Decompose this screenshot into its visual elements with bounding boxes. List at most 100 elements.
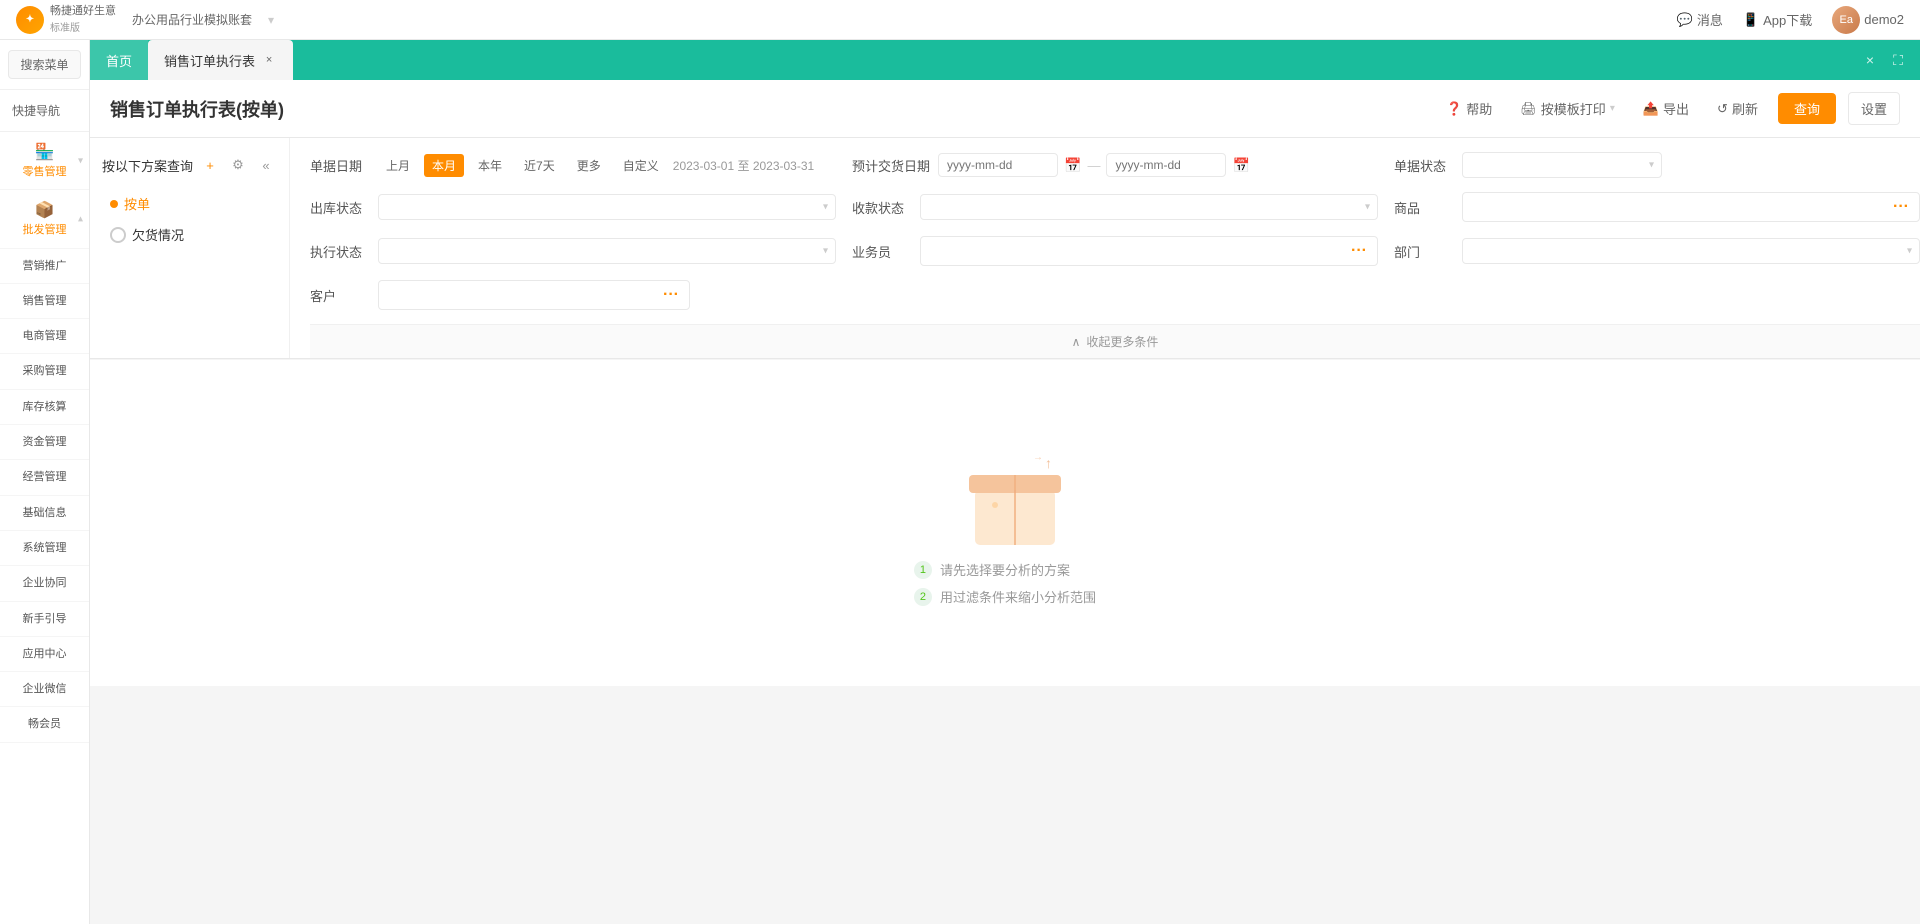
sidebar-item-member[interactable]: 畅会员 bbox=[0, 707, 89, 742]
top-header: ✦ 畅捷通好生意 标准版 办公用品行业模拟账套 ▾ 💬 消息 📱 App下载 E… bbox=[0, 0, 1920, 40]
tab-sales-order[interactable]: 销售订单执行表 × bbox=[148, 40, 293, 80]
window-maximize-button[interactable]: ⛶ bbox=[1888, 50, 1908, 70]
tab-bar-actions: × ⛶ bbox=[1860, 50, 1920, 70]
exec-status-select[interactable] bbox=[378, 238, 836, 264]
svg-text:→: → bbox=[1033, 452, 1043, 463]
sidebar-item-finance[interactable]: 资金管理 bbox=[0, 425, 89, 460]
finance-label: 资金管理 bbox=[23, 435, 67, 449]
date-tab-more[interactable]: 更多 bbox=[569, 154, 609, 177]
retail-label: 零售管理 bbox=[23, 165, 67, 179]
collapse-more-button[interactable]: ∧ 收起更多条件 bbox=[310, 324, 1920, 358]
app-center-label: 应用中心 bbox=[23, 647, 67, 661]
date-filter-group: 单据日期 上月 本月 本年 近7天 更多 自定义 2023-03-01 至 20… bbox=[310, 154, 836, 177]
window-close-button[interactable]: × bbox=[1860, 50, 1880, 70]
left-filter-title: 按以下方案查询 bbox=[102, 156, 193, 175]
filter-section: 按以下方案查询 + ⚙ « 按单 欠货情况 bbox=[90, 138, 1920, 359]
search-menu-button[interactable]: 搜索菜单 bbox=[8, 50, 81, 79]
settings-plan-button[interactable]: ⚙ bbox=[227, 154, 249, 176]
sidebar-item-purchase[interactable]: 采购管理 bbox=[0, 354, 89, 389]
customer-more-dots[interactable]: ··· bbox=[663, 286, 679, 304]
delivery-date-end-input[interactable] bbox=[1106, 153, 1226, 177]
sidebar-item-wechat[interactable]: 企业微信 bbox=[0, 672, 89, 707]
refresh-label: 刷新 bbox=[1732, 99, 1758, 118]
message-label: 消息 bbox=[1697, 10, 1723, 29]
date-tab-current-month[interactable]: 本月 bbox=[424, 154, 464, 177]
search-button[interactable]: 查询 bbox=[1778, 93, 1836, 124]
search-label: 查询 bbox=[1794, 99, 1820, 118]
payment-status-select[interactable] bbox=[920, 194, 1378, 220]
sidebar-item-marketing[interactable]: 营销推广 bbox=[0, 249, 89, 284]
app-download-button[interactable]: 📱 App下载 bbox=[1743, 10, 1812, 29]
doc-status-select[interactable] bbox=[1462, 152, 1662, 178]
hint-num-2: 2 bbox=[914, 588, 932, 606]
department-label: 部门 bbox=[1394, 242, 1454, 261]
plan-item-shortage[interactable]: 欠货情况 bbox=[102, 219, 277, 250]
help-button[interactable]: ❓ 帮助 bbox=[1438, 95, 1500, 122]
user-avatar-text: Ea bbox=[1840, 14, 1853, 26]
payment-status-group: 收款状态 ▾ bbox=[852, 194, 1378, 220]
sidebar-item-app-center[interactable]: 应用中心 bbox=[0, 637, 89, 672]
refresh-button[interactable]: ↺ 刷新 bbox=[1709, 95, 1766, 122]
print-button[interactable]: 🖨 按模板打印 ▾ bbox=[1512, 95, 1623, 122]
quick-nav-label[interactable]: 快捷导航 bbox=[0, 96, 89, 125]
breadcrumb-arrow-icon[interactable]: ▾ bbox=[268, 13, 274, 27]
sidebar-item-operation[interactable]: 经营管理 bbox=[0, 460, 89, 495]
left-filter-panel: 按以下方案查询 + ⚙ « 按单 欠货情况 bbox=[90, 138, 290, 358]
date-filter-label: 单据日期 bbox=[310, 156, 370, 175]
print-arrow-icon: ▾ bbox=[1610, 103, 1615, 114]
date-tab-custom[interactable]: 自定义 bbox=[615, 154, 667, 177]
sidebar-search-area: 搜索菜单 bbox=[0, 40, 89, 90]
active-tab-label: 销售订单执行表 bbox=[164, 51, 255, 70]
export-button[interactable]: 📤 导出 bbox=[1635, 95, 1697, 122]
sidebar-item-wholesale[interactable]: 📦 批发管理 ▴ bbox=[0, 190, 89, 248]
empty-hint-1: 1 请先选择要分析的方案 bbox=[914, 560, 1096, 579]
tab-close-icon[interactable]: × bbox=[261, 52, 277, 68]
page-actions: ❓ 帮助 🖨 按模板打印 ▾ 📤 导出 ↺ bbox=[1438, 92, 1900, 125]
department-select[interactable] bbox=[1462, 238, 1920, 264]
product-label: 商品 bbox=[1394, 198, 1454, 217]
sidebar-item-basic-info[interactable]: 基础信息 bbox=[0, 496, 89, 531]
sidebar-item-enterprise[interactable]: 企业协同 bbox=[0, 566, 89, 601]
salesperson-more-dots[interactable]: ··· bbox=[1351, 242, 1367, 260]
collapse-left-button[interactable]: « bbox=[255, 154, 277, 176]
plan-item-single[interactable]: 按单 bbox=[102, 188, 277, 219]
app-logo-icon: ✦ bbox=[16, 6, 44, 34]
sidebar-item-tutorial[interactable]: 新手引导 bbox=[0, 602, 89, 637]
delivery-status-dropdown: ▾ bbox=[378, 194, 836, 220]
salesperson-label: 业务员 bbox=[852, 242, 912, 261]
page-title: 销售订单执行表(按单) bbox=[110, 96, 284, 122]
user-profile[interactable]: Ea demo2 bbox=[1832, 6, 1904, 34]
doc-status-label: 单据状态 bbox=[1394, 156, 1454, 175]
add-plan-button[interactable]: + bbox=[199, 154, 221, 176]
message-button[interactable]: 💬 消息 bbox=[1677, 10, 1723, 29]
sidebar-item-system[interactable]: 系统管理 bbox=[0, 531, 89, 566]
help-icon: ❓ bbox=[1446, 101, 1462, 117]
plan-single-label: 按单 bbox=[124, 194, 150, 213]
delivery-date-filter-group: 预计交货日期 📅 — 📅 bbox=[852, 153, 1378, 177]
sidebar-item-sales[interactable]: 销售管理 bbox=[0, 284, 89, 319]
hint-text-2: 用过滤条件来缩小分析范围 bbox=[940, 587, 1096, 606]
download-icon: 📱 bbox=[1743, 12, 1759, 28]
plan-shortage-label: 欠货情况 bbox=[132, 225, 184, 244]
calendar-start-icon[interactable]: 📅 bbox=[1064, 157, 1081, 174]
date-tab-last-month[interactable]: 上月 bbox=[378, 154, 418, 177]
filter-row-date: 单据日期 上月 本月 本年 近7天 更多 自定义 2023-03-01 至 20… bbox=[310, 152, 1920, 178]
empty-hint-2: 2 用过滤条件来缩小分析范围 bbox=[914, 587, 1096, 606]
sidebar-item-ecommerce[interactable]: 电商管理 bbox=[0, 319, 89, 354]
date-tab-current-year[interactable]: 本年 bbox=[470, 154, 510, 177]
tab-home[interactable]: 首页 bbox=[90, 40, 148, 80]
sidebar-item-inventory[interactable]: 库存核算 bbox=[0, 390, 89, 425]
payment-status-dropdown: ▾ bbox=[920, 194, 1378, 220]
operation-label: 经营管理 bbox=[23, 470, 67, 484]
delivery-date-start-input[interactable] bbox=[938, 153, 1058, 177]
basic-info-label: 基础信息 bbox=[23, 506, 67, 520]
wechat-label: 企业微信 bbox=[23, 682, 67, 696]
date-tab-7days[interactable]: 近7天 bbox=[516, 154, 563, 177]
sidebar-item-retail[interactable]: 🏪 零售管理 ▾ bbox=[0, 132, 89, 190]
product-more-dots[interactable]: ··· bbox=[1893, 198, 1909, 216]
delivery-status-select[interactable] bbox=[378, 194, 836, 220]
retail-icon: 🏪 bbox=[35, 142, 55, 162]
settings-button[interactable]: 设置 bbox=[1848, 92, 1900, 125]
filter-row-exec: 执行状态 ▾ 业务员 ··· bbox=[310, 236, 1920, 266]
calendar-end-icon[interactable]: 📅 bbox=[1232, 157, 1249, 174]
